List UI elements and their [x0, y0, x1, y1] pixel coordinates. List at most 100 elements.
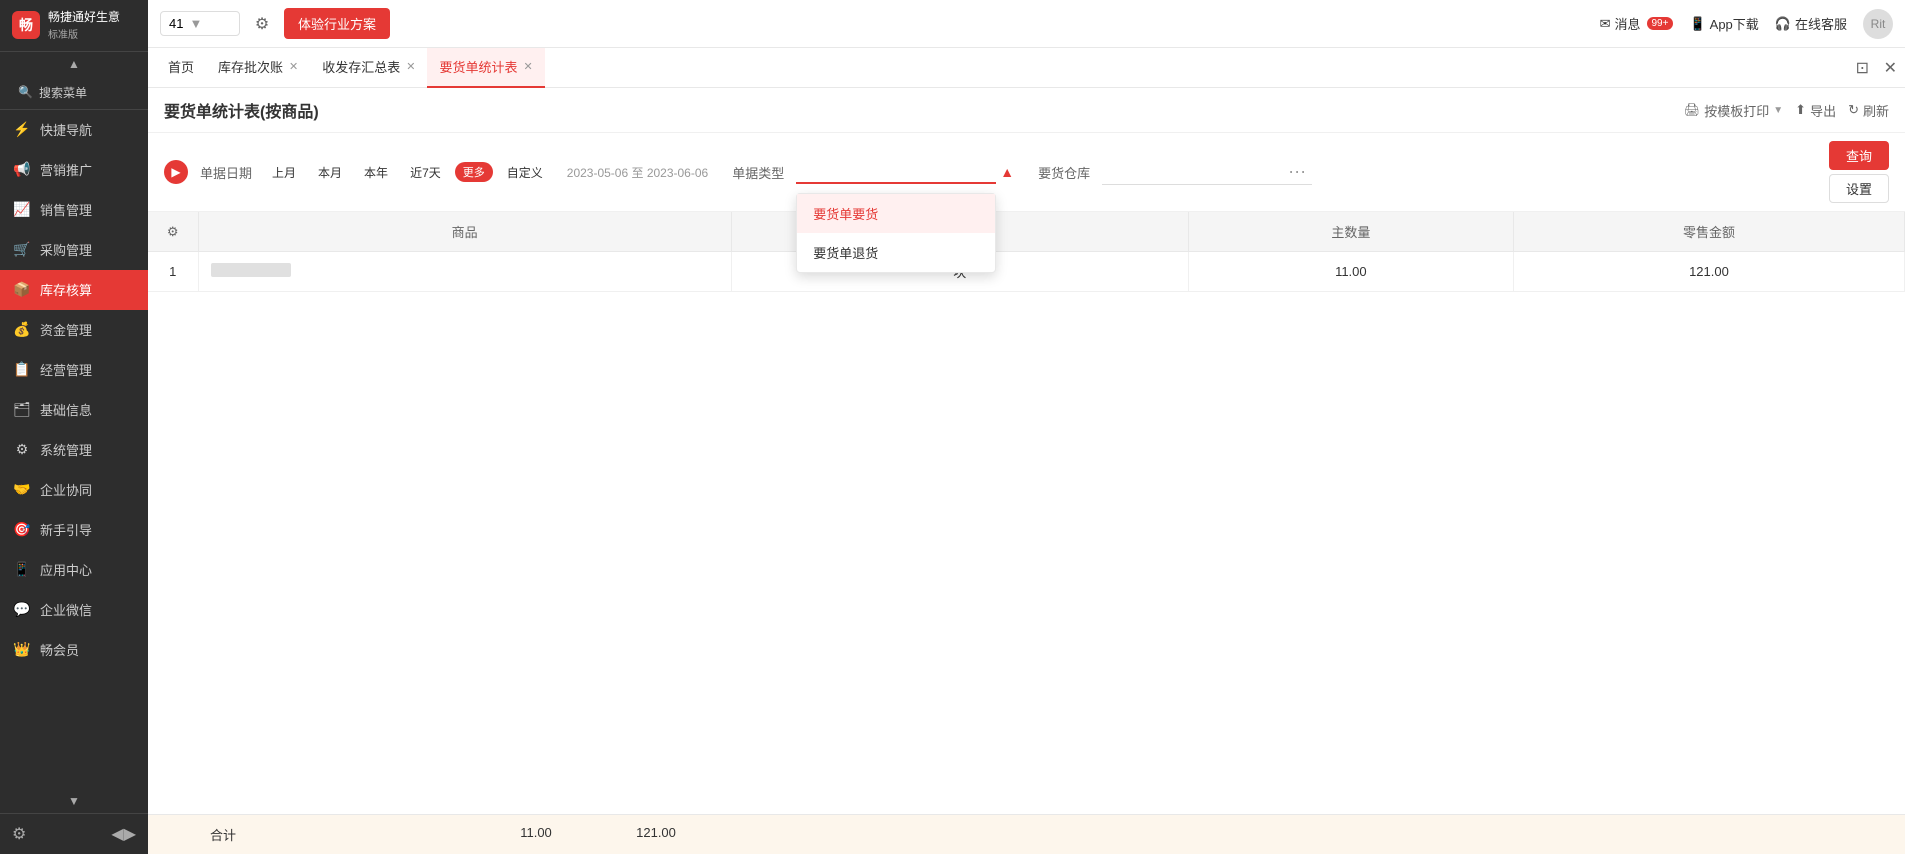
- store-number: 41: [169, 16, 183, 31]
- quick-icon: ⚡: [12, 120, 32, 140]
- app-download-button[interactable]: 📱 App下载: [1689, 14, 1758, 33]
- cell-quantity: 11.00: [1188, 252, 1513, 292]
- tab-collect-close[interactable]: ✕: [406, 60, 415, 73]
- messages-badge: 99+: [1647, 17, 1674, 30]
- warehouse-input-wrap: ···: [1102, 159, 1312, 185]
- date-opt-more[interactable]: 更多: [455, 162, 493, 182]
- sidebar-scroll-down[interactable]: ▼: [0, 789, 148, 813]
- sidebar-item-finance[interactable]: 💰 资金管理: [0, 310, 148, 350]
- app-download-label: App下载: [1710, 14, 1759, 33]
- export-icon: ⬆: [1795, 102, 1806, 118]
- date-opt-this-year[interactable]: 本年: [356, 161, 396, 184]
- export-button[interactable]: ⬆ 导出: [1795, 101, 1836, 120]
- service-icon: 🎧: [1775, 16, 1791, 32]
- member-icon: 👑: [12, 640, 32, 660]
- type-dropdown-arrow[interactable]: ▲: [1000, 164, 1014, 180]
- date-opt-custom[interactable]: 自定义: [499, 161, 551, 184]
- date-opt-7days[interactable]: 近7天: [402, 161, 449, 184]
- date-opt-prev-month[interactable]: 上月: [264, 161, 304, 184]
- table-footer: 合计 11.00 121.00: [148, 814, 1905, 854]
- print-button[interactable]: 🖨 按模板打印 ▼: [1684, 101, 1783, 120]
- message-icon: ✉: [1600, 16, 1611, 32]
- main-area: 41 ▼ ⚙ 体验行业方案 ✉ 消息 99+ 📱 App下载 🎧 在线客服 Ri…: [148, 0, 1905, 854]
- export-label: 导出: [1810, 101, 1836, 120]
- footer-amount: 121.00: [616, 825, 696, 844]
- logo-icon: 畅: [12, 11, 40, 39]
- purchase-icon: 🛒: [12, 240, 32, 260]
- user-avatar[interactable]: Rit: [1863, 9, 1893, 39]
- tab-order-stat-close[interactable]: ✕: [524, 60, 533, 73]
- sidebar-item-label: 企业微信: [40, 600, 92, 619]
- sidebar-item-member[interactable]: 👑 畅会员: [0, 630, 148, 670]
- sidebar-item-label: 畅会员: [40, 640, 79, 659]
- settings-icon[interactable]: ⚙: [12, 824, 26, 844]
- inventory-icon: 📦: [12, 280, 32, 300]
- sidebar-item-quick[interactable]: ⚡ 快捷导航: [0, 110, 148, 150]
- tab-collect[interactable]: 收发存汇总表 ✕: [310, 48, 427, 88]
- footer-quantity: 11.00: [496, 825, 576, 844]
- online-service-button[interactable]: 🎧 在线客服: [1775, 14, 1847, 33]
- tab-home[interactable]: 首页: [156, 48, 206, 88]
- filter-bar: ▶ 单据日期 上月 本月 本年 近7天 更多 自定义 2023-05-06 至 …: [148, 133, 1905, 212]
- sidebar-item-purchase[interactable]: 🛒 采购管理: [0, 230, 148, 270]
- sidebar-item-inventory[interactable]: 📦 库存核算: [0, 270, 148, 310]
- footer-label: 合计: [160, 825, 236, 844]
- sidebar-item-label: 销售管理: [40, 200, 92, 219]
- system-icon: ⚙: [12, 440, 32, 460]
- refresh-button[interactable]: ↻ 刷新: [1848, 101, 1889, 120]
- sidebar-item-label: 企业协同: [40, 480, 92, 499]
- store-selector[interactable]: 41 ▼: [160, 11, 240, 36]
- settings-button[interactable]: 设置: [1829, 174, 1889, 203]
- messages-button[interactable]: ✉ 消息 99+: [1600, 14, 1674, 33]
- tab-batch-label: 库存批次账: [218, 57, 283, 76]
- table-header-row: ⚙ 商品 主计量单位 主数量 零售金额: [148, 212, 1905, 252]
- wechat-icon: 💬: [12, 600, 32, 620]
- tab-expand-button[interactable]: ⊡: [1856, 58, 1869, 78]
- operation-icon: 📋: [12, 360, 32, 380]
- sidebar-item-label: 营销推广: [40, 160, 92, 179]
- more-filters-icon[interactable]: ···: [1288, 161, 1306, 182]
- cell-index: 1: [148, 252, 198, 292]
- sidebar-item-basic[interactable]: 🗂 基础信息: [0, 390, 148, 430]
- tab-close-all-button[interactable]: ✕: [1884, 58, 1897, 78]
- sidebar-item-system[interactable]: ⚙ 系统管理: [0, 430, 148, 470]
- sidebar-item-operation[interactable]: 📋 经营管理: [0, 350, 148, 390]
- date-range-display: 2023-05-06 至 2023-06-06: [567, 164, 708, 181]
- tabbar: 首页 库存批次账 ✕ 收发存汇总表 ✕ 要货单统计表 ✕ ⊡ ✕: [148, 48, 1905, 88]
- type-input[interactable]: [796, 161, 996, 184]
- tab-order-stat[interactable]: 要货单统计表 ✕: [427, 48, 544, 88]
- query-button[interactable]: 查询: [1829, 141, 1889, 170]
- print-dropdown-icon: ▼: [1773, 105, 1783, 116]
- sidebar-item-marketing[interactable]: 📢 营销推广: [0, 150, 148, 190]
- sidebar-item-label: 应用中心: [40, 560, 92, 579]
- col-settings[interactable]: ⚙: [148, 212, 198, 252]
- date-opt-this-month[interactable]: 本月: [310, 161, 350, 184]
- sidebar-search-label: 搜索菜单: [39, 84, 87, 101]
- sidebar-item-app[interactable]: 📱 应用中心: [0, 550, 148, 590]
- marketing-icon: 📢: [12, 160, 32, 180]
- sidebar-item-wechat[interactable]: 💬 企业微信: [0, 590, 148, 630]
- guide-icon: 🎯: [12, 520, 32, 540]
- sidebar-item-sales[interactable]: 📈 销售管理: [0, 190, 148, 230]
- collapse-icon[interactable]: ◀▶: [111, 824, 136, 844]
- sidebar-search[interactable]: 🔍 搜索菜单: [0, 76, 148, 110]
- trial-button[interactable]: 体验行业方案: [284, 8, 390, 39]
- filter-expand-button[interactable]: ▶: [164, 160, 188, 184]
- messages-label: 消息: [1614, 14, 1640, 33]
- topbar-gear-button[interactable]: ⚙: [248, 10, 276, 38]
- sidebar-scroll-up[interactable]: ▲: [0, 52, 148, 76]
- dropdown-item-return[interactable]: 要货单退货: [797, 233, 995, 272]
- sidebar-nav: ⚡ 快捷导航 📢 营销推广 📈 销售管理 🛒 采购管理 📦 库存核算 💰 资金管…: [0, 110, 148, 789]
- tab-batch[interactable]: 库存批次账 ✕: [206, 48, 310, 88]
- warehouse-input[interactable]: [1108, 164, 1284, 179]
- sidebar-item-label: 新手引导: [40, 520, 92, 539]
- sidebar-item-guide[interactable]: 🎯 新手引导: [0, 510, 148, 550]
- type-label: 单据类型: [732, 163, 784, 182]
- download-icon: 📱: [1689, 16, 1705, 32]
- cell-product: [198, 252, 731, 292]
- sidebar-item-enterprise[interactable]: 🤝 企业协同: [0, 470, 148, 510]
- tab-batch-close[interactable]: ✕: [289, 60, 298, 73]
- dropdown-item-order[interactable]: 要货单要货: [797, 194, 995, 233]
- sidebar-item-label: 系统管理: [40, 440, 92, 459]
- sidebar-item-label: 资金管理: [40, 320, 92, 339]
